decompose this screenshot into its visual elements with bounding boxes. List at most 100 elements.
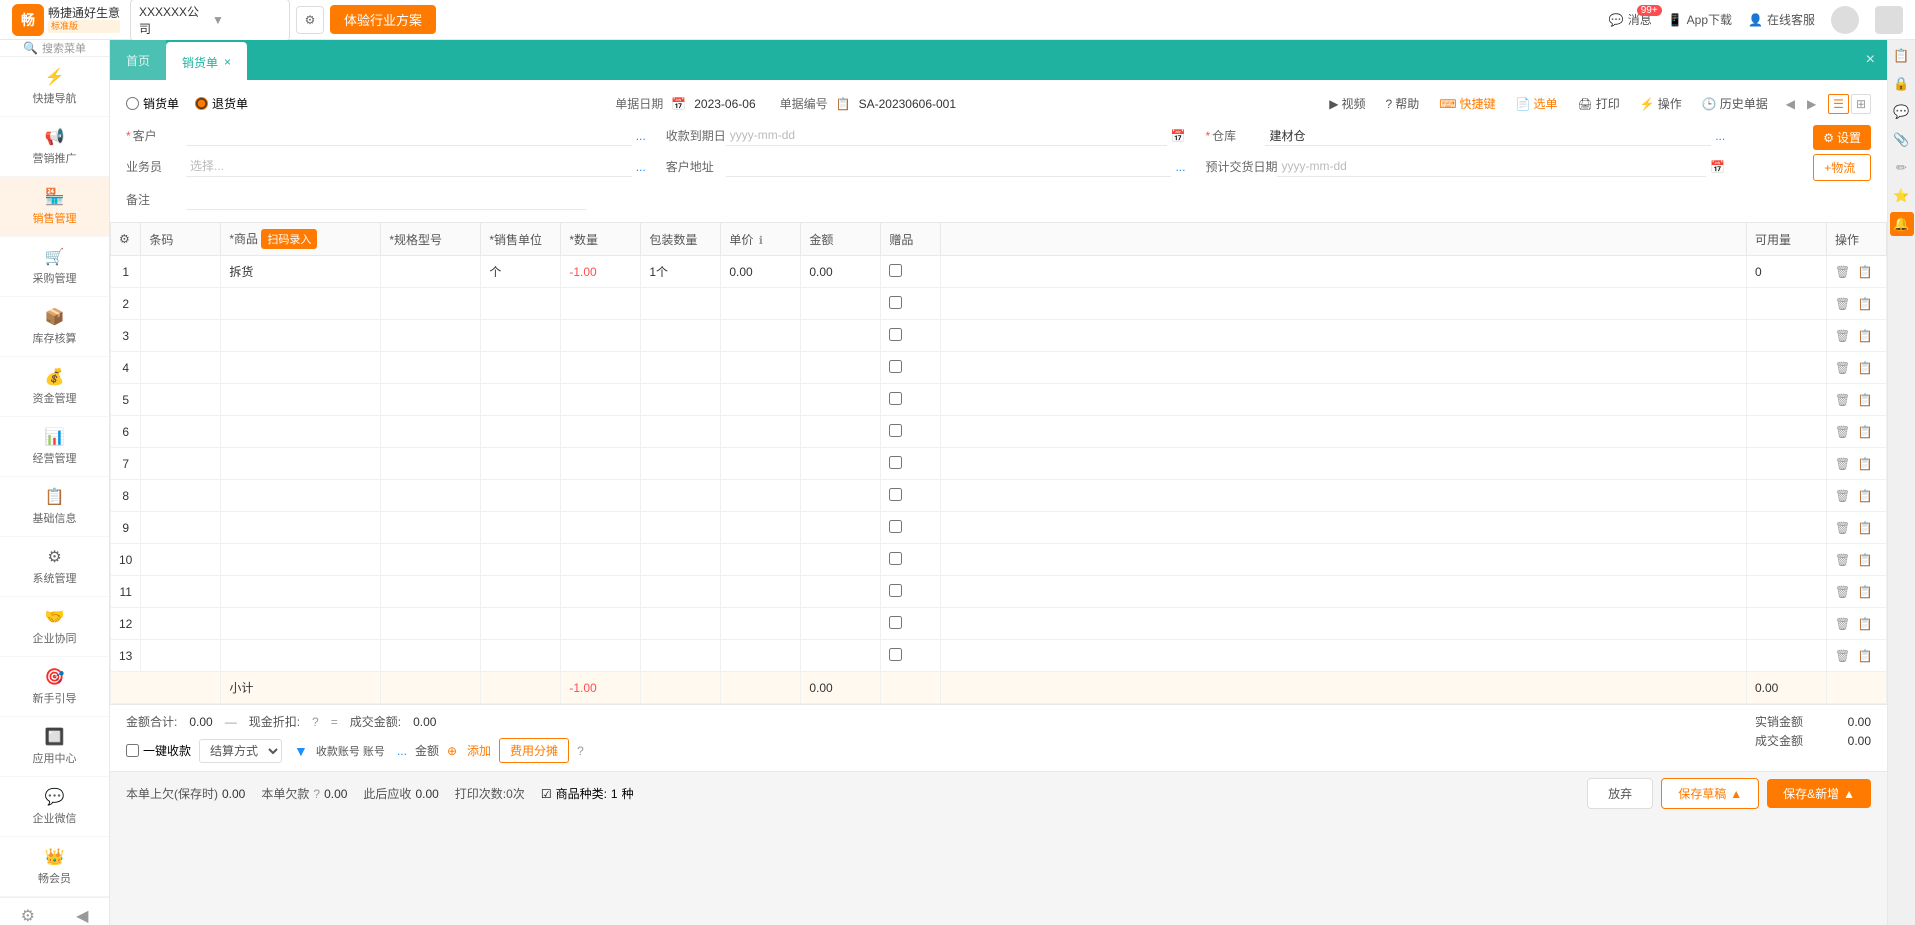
discount-help-icon[interactable]: ? (312, 715, 319, 729)
customer-addr-input[interactable] (726, 156, 1172, 177)
due-date-input[interactable] (726, 125, 1167, 146)
copy-row-icon[interactable]: 📋 (1858, 617, 1873, 631)
copy-row-icon[interactable]: 📋 (1858, 297, 1873, 311)
copy-row-icon[interactable]: 📋 (1858, 489, 1873, 503)
close-all-icon[interactable]: × (1866, 51, 1875, 68)
copy-row-icon[interactable]: 📋 (1858, 361, 1873, 375)
price-info-icon[interactable]: ℹ (759, 235, 763, 247)
sidebar-item-marketing[interactable]: 📢 营销推广 (0, 117, 109, 177)
payment-account-dots-icon[interactable]: ... (397, 744, 407, 758)
delete-row-icon[interactable]: 🗑 (1835, 297, 1850, 311)
settings-button[interactable]: ⚙ 设置 (1813, 125, 1871, 150)
sidebar-item-system[interactable]: ⚙ 系统管理 (0, 537, 109, 597)
expected-date-calendar-icon[interactable]: 📅 (1710, 160, 1725, 174)
delete-row-icon[interactable]: 🗑 (1835, 265, 1850, 279)
payment-method-select[interactable]: 结算方式 (199, 739, 282, 763)
grid-view-button[interactable]: ⊞ (1851, 94, 1871, 114)
notes-input[interactable] (186, 189, 586, 210)
payment-method-dots-icon[interactable]: ▼ (294, 743, 308, 759)
right-panel-btn-1[interactable]: 📋 (1890, 44, 1914, 68)
sidebar-item-inventory[interactable]: 📦 库存核算 (0, 297, 109, 357)
sidebar-item-app-center[interactable]: 🔲 应用中心 (0, 717, 109, 777)
save-draft-button[interactable]: 保存草稿 ▲ (1661, 778, 1759, 809)
warehouse-lookup-icon[interactable]: ... (1715, 129, 1725, 143)
delete-row-icon[interactable]: 🗑 (1835, 585, 1850, 599)
avatar[interactable] (1831, 6, 1859, 34)
overdue-help-icon[interactable]: ? (313, 787, 320, 801)
radio-return[interactable]: 退货单 (195, 95, 248, 112)
right-panel-btn-6[interactable]: ⭐ (1890, 184, 1914, 208)
scan-button[interactable]: 扫码录入 (261, 229, 317, 249)
copy-row-icon[interactable]: 📋 (1858, 329, 1873, 343)
fee-split-button[interactable]: 费用分摊 (499, 738, 569, 763)
customer-input[interactable] (186, 125, 632, 146)
th-settings[interactable]: ⚙ (111, 223, 141, 256)
delete-row-icon[interactable]: 🗑 (1835, 617, 1850, 631)
history-button[interactable]: 🕒 历史单据 (1696, 92, 1774, 115)
add-payment-button[interactable]: 添加 (467, 742, 491, 759)
user-menu-icon[interactable] (1875, 6, 1903, 34)
delete-row-icon[interactable]: 🗑 (1835, 489, 1850, 503)
one-click-payment-checkbox[interactable]: 一键收款 (126, 742, 191, 759)
sidebar-item-membership[interactable]: 👑 畅会员 (0, 837, 109, 897)
copy-row-icon[interactable]: 📋 (1858, 265, 1873, 279)
next-arrow-icon[interactable]: ▶ (1803, 95, 1820, 113)
choose-button[interactable]: 📄 选单 (1510, 92, 1564, 115)
sidebar-item-enterprise[interactable]: 🤝 企业协同 (0, 597, 109, 657)
sidebar-collapse-icon[interactable]: ◀ (76, 906, 88, 925)
settings-icon[interactable]: ⚙ (296, 6, 324, 34)
delete-row-icon[interactable]: 🗑 (1835, 329, 1850, 343)
radio-sale[interactable]: 销货单 (126, 95, 179, 112)
copy-row-icon[interactable]: 📋 (1858, 585, 1873, 599)
right-panel-btn-4[interactable]: 📎 (1890, 128, 1914, 152)
copy-row-icon[interactable]: 📋 (1858, 457, 1873, 471)
company-selector[interactable]: XXXXXX公司 ▼ (130, 0, 290, 41)
right-panel-btn-5[interactable]: ✏ (1890, 156, 1914, 180)
delete-row-icon[interactable]: 🗑 (1835, 393, 1850, 407)
right-panel-btn-2[interactable]: 🔒 (1890, 72, 1914, 96)
discard-button[interactable]: 放弃 (1587, 778, 1653, 809)
sidebar-item-wechat[interactable]: 💬 企业微信 (0, 777, 109, 837)
warehouse-input[interactable] (1265, 125, 1711, 146)
operate-button[interactable]: ⚡ 操作 (1634, 92, 1688, 115)
sidebar-item-base-info[interactable]: 📋 基础信息 (0, 477, 109, 537)
delete-row-icon[interactable]: 🗑 (1835, 425, 1850, 439)
tab-home[interactable]: 首页 (110, 40, 166, 80)
copy-row-icon[interactable]: 📋 (1858, 425, 1873, 439)
app-download-button[interactable]: 📱 App下载 (1668, 11, 1732, 28)
copy-row-icon[interactable]: 📋 (1858, 521, 1873, 535)
sidebar-search[interactable]: 🔍 搜索菜单 (0, 40, 109, 57)
shortcut-button[interactable]: ⌨ 快捷键 (1433, 92, 1501, 115)
tab-close-icon[interactable]: × (224, 55, 231, 69)
delete-row-icon[interactable]: 🗑 (1835, 649, 1850, 663)
sidebar-item-operations[interactable]: 📊 经营管理 (0, 417, 109, 477)
copy-row-icon[interactable]: 📋 (1858, 649, 1873, 663)
tab-sales-order[interactable]: 销货单 × (166, 42, 247, 82)
message-button[interactable]: 💬 消息 99+ (1609, 11, 1652, 28)
online-service-button[interactable]: 👤 在线客服 (1748, 11, 1815, 28)
prev-arrow-icon[interactable]: ◀ (1782, 95, 1799, 113)
experience-button[interactable]: 体验行业方案 (330, 5, 436, 34)
delete-row-icon[interactable]: 🗑 (1835, 361, 1850, 375)
list-view-button[interactable]: ☰ (1828, 94, 1849, 114)
add-amount-icon[interactable]: ⊕ (447, 744, 457, 758)
print-button[interactable]: 🖨 打印 (1572, 92, 1626, 115)
help-button[interactable]: ? 帮助 (1380, 92, 1426, 115)
sidebar-settings-icon[interactable]: ⚙ (21, 906, 35, 925)
right-panel-btn-3[interactable]: 💬 (1890, 100, 1914, 124)
tab-close-all[interactable]: × (1866, 51, 1887, 69)
copy-row-icon[interactable]: 📋 (1858, 553, 1873, 567)
customer-addr-lookup-icon[interactable]: ... (1175, 160, 1185, 174)
copy-row-icon[interactable]: 📋 (1858, 393, 1873, 407)
right-panel-btn-7[interactable]: 🔔 (1890, 212, 1914, 236)
video-button[interactable]: ▶ 视频 (1323, 92, 1371, 115)
delete-row-icon[interactable]: 🗑 (1835, 521, 1850, 535)
fee-help-icon[interactable]: ? (577, 744, 584, 758)
delete-row-icon[interactable]: 🗑 (1835, 553, 1850, 567)
salesperson-input[interactable] (186, 156, 632, 177)
customer-lookup-icon[interactable]: ... (636, 129, 646, 143)
sidebar-item-quick-nav[interactable]: ⚡ 快捷导航 (0, 57, 109, 117)
expected-date-input[interactable] (1277, 156, 1706, 177)
sidebar-item-sales[interactable]: 🏪 销售管理 (0, 177, 109, 237)
sidebar-item-purchase[interactable]: 🛒 采购管理 (0, 237, 109, 297)
